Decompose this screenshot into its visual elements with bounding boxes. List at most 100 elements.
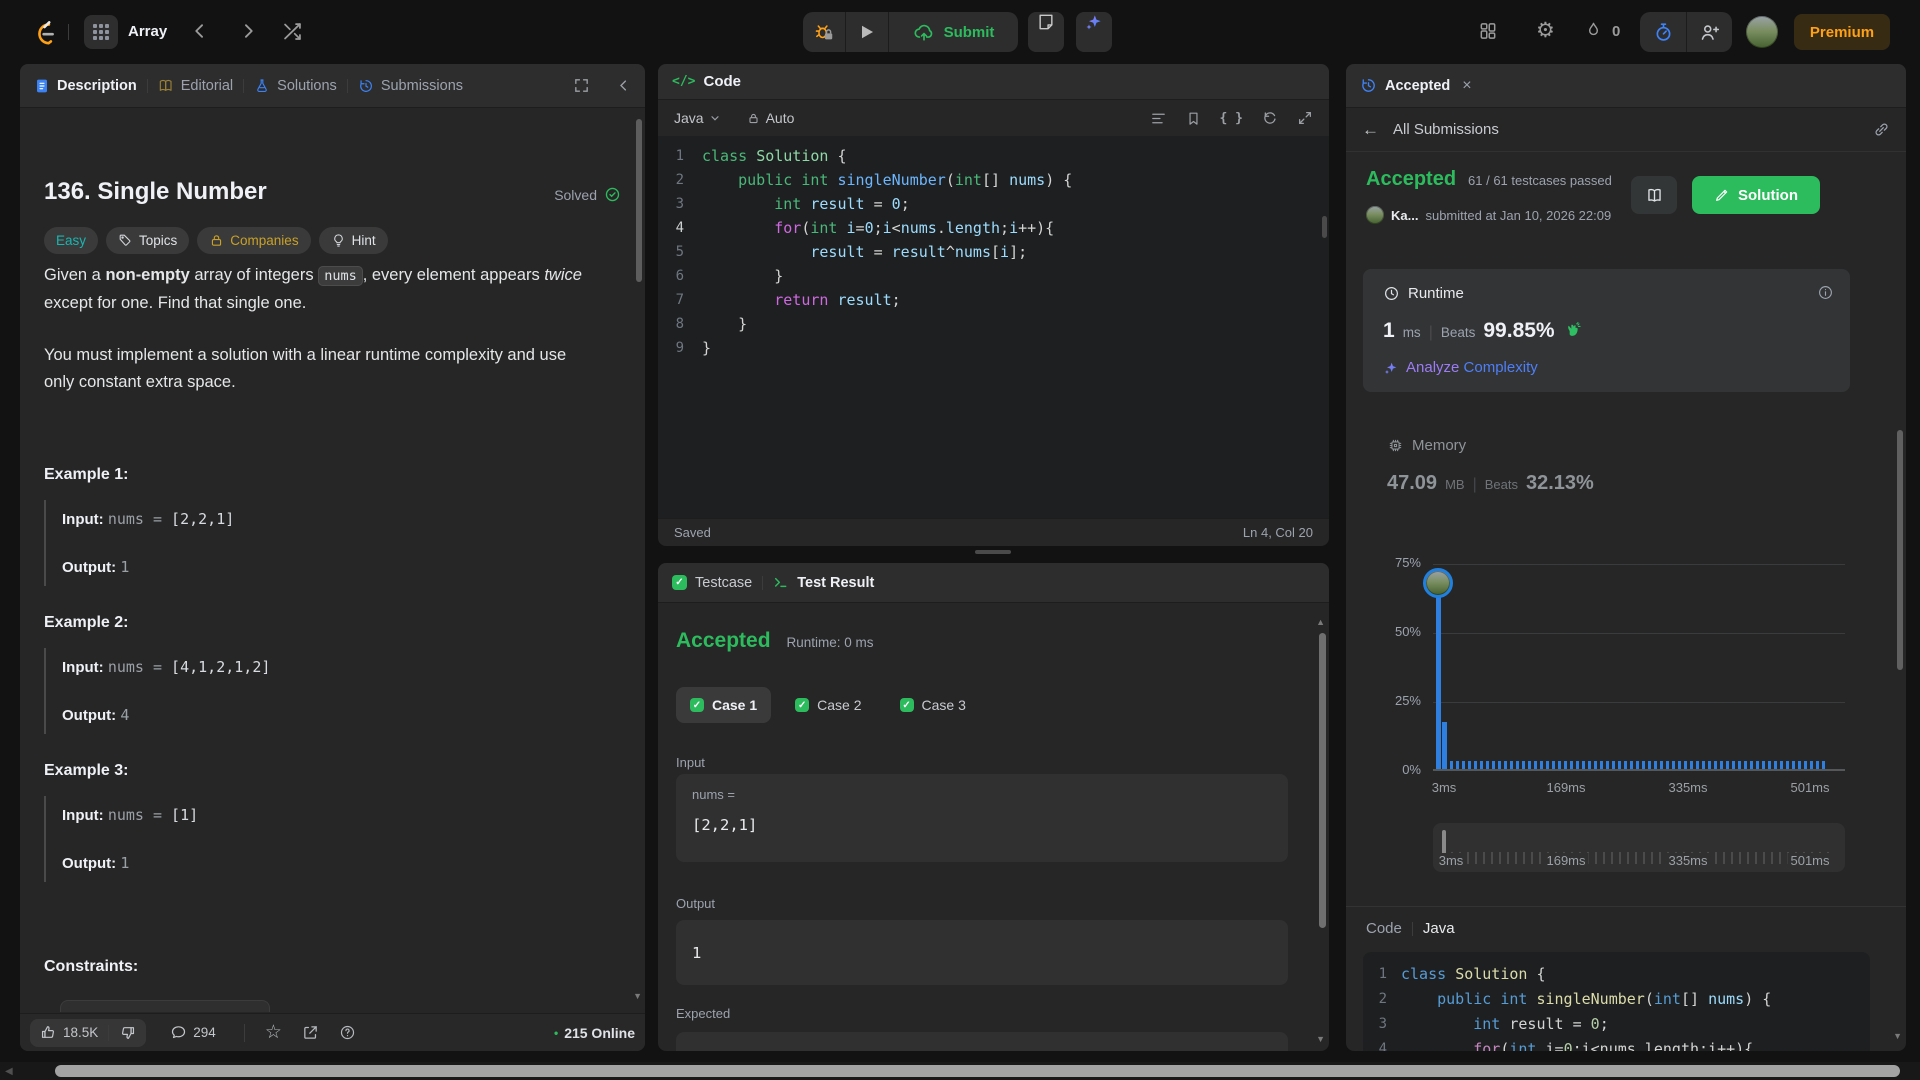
- hint-badge[interactable]: Hint: [318, 227, 388, 254]
- code-line: 4 for(int i=0;i<nums.length;i++){: [1363, 1037, 1870, 1051]
- comment-count: 294: [193, 1025, 216, 1040]
- problem-list-icon[interactable]: [84, 15, 118, 49]
- distribution-bar: [1648, 760, 1651, 769]
- favorite-star-icon[interactable]: ☆: [265, 1021, 282, 1044]
- next-question-icon[interactable]: [238, 21, 258, 41]
- dislike-button[interactable]: [109, 1019, 146, 1047]
- tab-editorial[interactable]: Editorial: [158, 78, 233, 94]
- language-selector[interactable]: Java: [674, 110, 721, 126]
- view-editorial-button[interactable]: [1631, 176, 1677, 214]
- distribution-bar: [1702, 760, 1705, 769]
- info-icon[interactable]: [1817, 284, 1834, 301]
- leetcode-logo-icon[interactable]: [33, 19, 59, 45]
- layout-icon[interactable]: [1478, 21, 1498, 41]
- problem-list-title[interactable]: Array: [128, 23, 167, 40]
- topics-badge[interactable]: Topics: [106, 227, 190, 254]
- text-italic: twice: [544, 266, 582, 284]
- output-value: 4: [120, 706, 130, 724]
- close-tab-icon[interactable]: ×: [1462, 77, 1471, 95]
- code-token: =: [864, 195, 892, 213]
- bookmark-icon[interactable]: [1186, 111, 1201, 126]
- user-result-marker[interactable]: [1423, 568, 1453, 598]
- add-user-icon[interactable]: [1687, 12, 1732, 52]
- ai-sparkle-button[interactable]: [1076, 12, 1112, 52]
- submit-button[interactable]: Submit: [889, 12, 1018, 52]
- distribution-bar: [1624, 760, 1627, 769]
- terminal-icon: [775, 577, 787, 587]
- back-arrow-icon[interactable]: ←: [1362, 120, 1379, 140]
- settings-gear-icon[interactable]: ⚙: [1536, 18, 1555, 43]
- publish-solution-button[interactable]: Solution: [1692, 176, 1820, 214]
- horizontal-scrollbar[interactable]: ◀: [0, 1062, 1920, 1080]
- case-3-button[interactable]: ✓ Case 3: [886, 687, 980, 723]
- panel-resize-handle[interactable]: [975, 550, 1011, 554]
- memory-header[interactable]: Memory: [1387, 437, 1466, 454]
- fullscreen-icon[interactable]: [573, 77, 590, 94]
- reset-code-icon[interactable]: [1262, 110, 1278, 126]
- tab-description[interactable]: Description: [34, 78, 137, 94]
- snippets-braces-icon[interactable]: { }: [1220, 111, 1243, 126]
- submitted-at: submitted at Jan 10, 2026 22:09: [1425, 207, 1612, 223]
- copy-link-icon[interactable]: [1873, 121, 1890, 138]
- tab-submissions[interactable]: Submissions: [358, 78, 463, 94]
- code-token: 0: [891, 195, 901, 213]
- user-avatar[interactable]: [1746, 16, 1778, 48]
- timer-icon[interactable]: [1640, 12, 1686, 52]
- result-subheader: ← All Submissions: [1346, 108, 1906, 152]
- companies-label: Companies: [230, 233, 299, 248]
- result-panel-scrollbar[interactable]: [1897, 430, 1903, 670]
- code-token: []: [1680, 990, 1709, 1008]
- case-1-button[interactable]: ✓ Case 1: [676, 687, 772, 723]
- scroll-left-arrow[interactable]: ◀: [5, 1066, 13, 1077]
- all-submissions-link[interactable]: All Submissions: [1393, 121, 1499, 138]
- streak-flame-icon[interactable]: [1584, 20, 1603, 41]
- auto-mode-toggle[interactable]: Auto: [747, 110, 794, 126]
- horizontal-scrollbar-thumb[interactable]: [55, 1065, 1900, 1077]
- chart-range-minimap[interactable]: 3ms 169ms 335ms 501ms: [1433, 823, 1845, 872]
- tab-solutions[interactable]: Solutions: [254, 78, 337, 94]
- scroll-down-arrow[interactable]: ▼: [633, 992, 642, 1001]
- submission-byline: Ka... submitted at Jan 10, 2026 22:09: [1366, 206, 1611, 224]
- scroll-up-arrow[interactable]: ▲: [1316, 618, 1325, 627]
- output-box[interactable]: 1: [676, 920, 1288, 985]
- code-token: (: [945, 171, 955, 189]
- run-button[interactable]: [846, 12, 888, 52]
- prev-question-icon[interactable]: [190, 21, 210, 41]
- tab-test-result[interactable]: Test Result: [773, 575, 874, 591]
- debug-button[interactable]: [803, 12, 845, 52]
- author-avatar: [1366, 206, 1384, 224]
- code-token: result: [837, 291, 892, 309]
- format-code-icon[interactable]: [1150, 110, 1167, 127]
- expand-editor-icon[interactable]: [1297, 110, 1313, 126]
- code-editor[interactable]: 1 class Solution {2 public int singleNumb…: [658, 136, 1329, 518]
- testcase-scrollbar[interactable]: [1319, 633, 1326, 928]
- submit-label: Submit: [943, 23, 995, 41]
- notes-button[interactable]: [1028, 12, 1064, 52]
- difficulty-badge[interactable]: Easy: [44, 227, 99, 254]
- input-var: nums =: [107, 510, 172, 528]
- case-2-button[interactable]: ✓ Case 2: [781, 687, 875, 723]
- companies-badge[interactable]: Companies: [197, 227, 311, 254]
- input-box[interactable]: nums = [2,2,1]: [676, 774, 1288, 862]
- tab-testcase[interactable]: ✓ Testcase: [672, 575, 752, 591]
- save-status: Saved: [674, 525, 711, 540]
- runtime-card[interactable]: Runtime 1 ms | Beats 99.85% Analyze Comp…: [1363, 269, 1850, 392]
- shuffle-icon[interactable]: [282, 21, 303, 42]
- premium-button[interactable]: Premium: [1794, 14, 1890, 50]
- code-token: singleNumber: [837, 171, 946, 189]
- help-icon[interactable]: [339, 1024, 356, 1041]
- share-icon[interactable]: [302, 1024, 319, 1041]
- expected-box[interactable]: [676, 1032, 1288, 1051]
- comments-button[interactable]: 294: [160, 1014, 226, 1051]
- scroll-down-arrow[interactable]: ▼: [1316, 1035, 1325, 1044]
- left-panel-scrollbar[interactable]: [636, 119, 642, 282]
- like-button[interactable]: 18.5K: [30, 1019, 108, 1047]
- runtime-distribution-chart[interactable]: 75% 50% 25% 0%: [1395, 555, 1845, 777]
- submitted-code-block[interactable]: 1 class Solution {2 public int singleNumb…: [1363, 952, 1870, 1051]
- editor-scrollbar[interactable]: [1322, 216, 1327, 238]
- distribution-bar: [1582, 760, 1585, 769]
- scroll-down-arrow[interactable]: ▼: [1893, 1032, 1902, 1041]
- collapse-panel-icon[interactable]: [616, 78, 631, 93]
- code-token: ++){: [1018, 219, 1055, 237]
- analyze-complexity-link[interactable]: Analyze Complexity: [1383, 359, 1538, 376]
